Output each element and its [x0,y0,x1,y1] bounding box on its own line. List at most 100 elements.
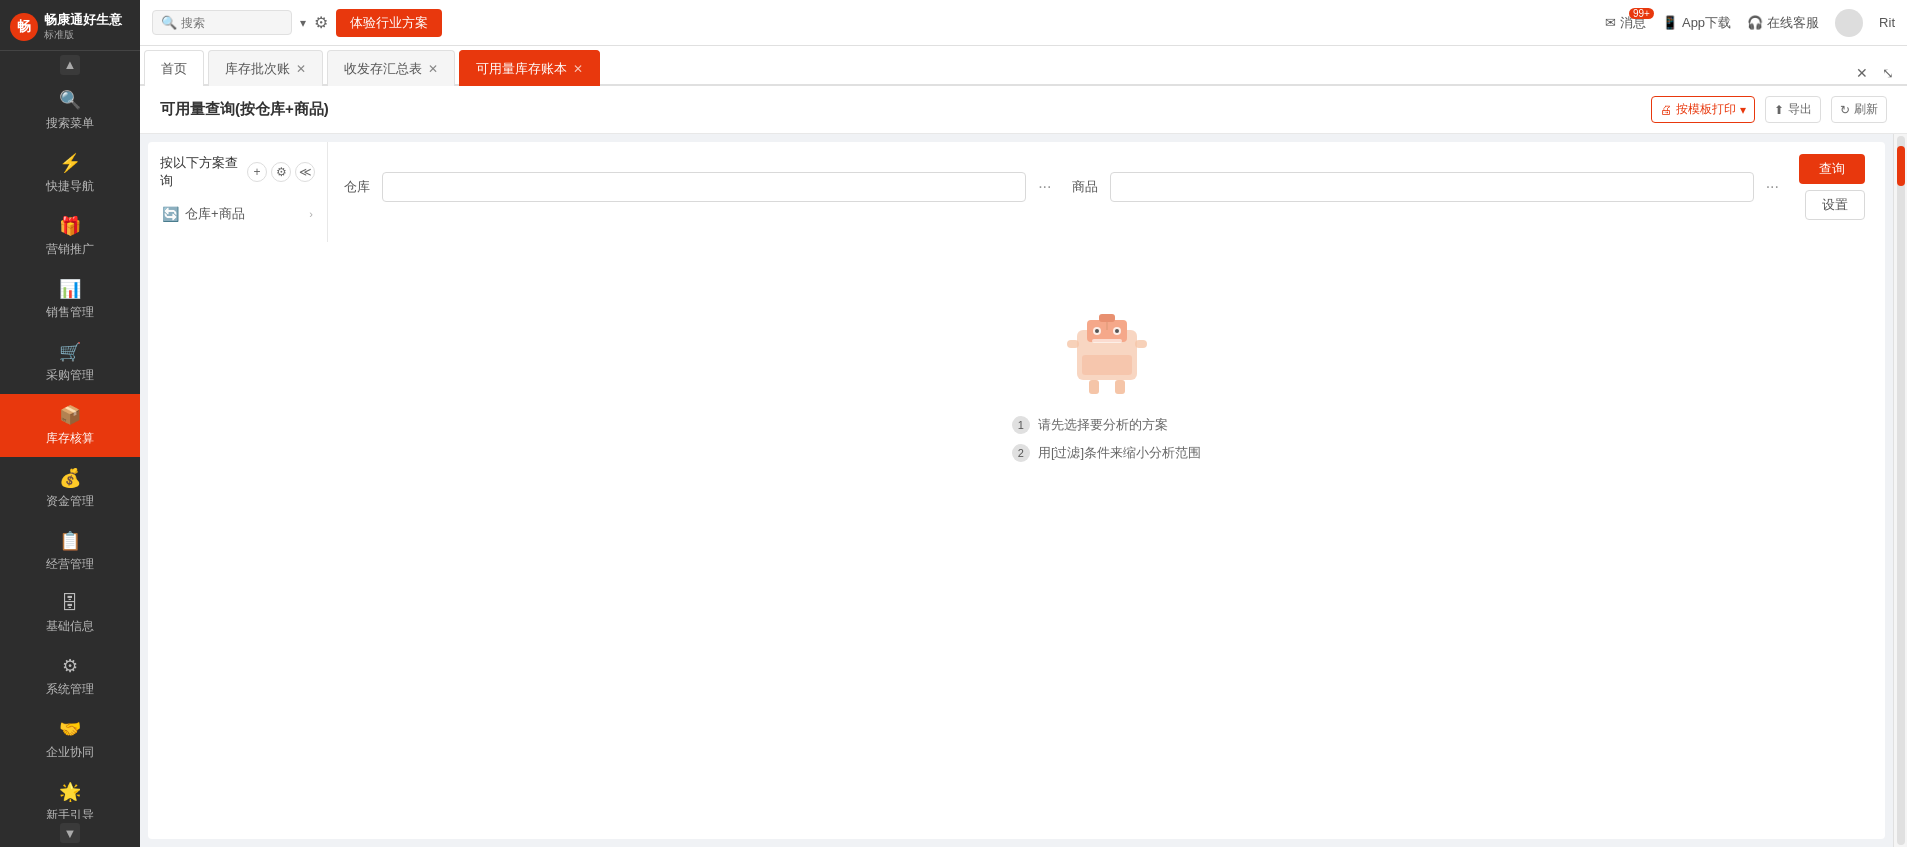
empty-tip-1: 1 请先选择要分析的方案 [1012,416,1201,434]
filter-area: 按以下方案查询 + ⚙ ≪ 🔄 仓库+商品 › [148,142,1885,839]
empty-tip-2: 2 用[过滤]条件来缩小分析范围 [1012,444,1201,462]
sidebar-label-enterprise: 企业协同 [46,744,94,761]
service-label: 在线客服 [1767,14,1819,32]
export-btn[interactable]: ⬆ 导出 [1765,96,1821,123]
tab-available-close[interactable]: ✕ [573,62,583,76]
svg-rect-9 [1099,314,1115,322]
scroll-down-btn[interactable]: ▼ [60,823,80,843]
print-icon: 🖨 [1660,103,1672,117]
filter-sidebar-header: 按以下方案查询 + ⚙ ≪ [148,154,327,198]
sidebar-brand: 畅 畅康通好生意 标准版 [10,12,130,42]
sidebar-item-inventory[interactable]: 📦 库存核算 [0,394,140,457]
empty-state: 1 请先选择要分析的方案 2 用[过滤]条件来缩小分析范围 [344,220,1869,542]
message-icon: ✉ [1605,15,1616,30]
sidebar-item-system[interactable]: ⚙ 系统管理 [0,645,140,708]
gear-icon[interactable]: ⚙ [314,13,328,32]
purchase-icon: 🛒 [59,341,81,363]
tab-batch-close[interactable]: ✕ [296,62,306,76]
sidebar: 畅 畅康通好生意 标准版 ▲ 🔍 搜索菜单 ⚡ 快捷导航 🎁 营销推广 [0,0,140,847]
trial-btn[interactable]: 体验行业方案 [336,9,442,37]
shortcut-icon: ⚡ [59,152,81,174]
app-icon: 📱 [1662,15,1678,30]
page-title-actions: 🖨 按模板打印 ▾ ⬆ 导出 ↻ 刷新 [1651,96,1887,123]
manage-scheme-btn[interactable]: ⚙ [271,162,291,182]
refresh-icon: ↻ [1840,103,1850,117]
right-scrollbar[interactable] [1893,134,1907,847]
page-title: 可用量查询(按仓库+商品) [160,100,329,119]
warehouse-more-btn[interactable]: ··· [1034,178,1055,196]
svg-rect-10 [1089,380,1099,394]
sidebar-header: 畅 畅康通好生意 标准版 [0,0,140,51]
username-label[interactable]: Rit [1879,15,1895,30]
empty-tips: 1 请先选择要分析的方案 2 用[过滤]条件来缩小分析范围 [1012,416,1201,462]
maximize-window-btn[interactable]: ⤡ [1877,62,1899,84]
message-btn[interactable]: ✉ 消息 99+ [1605,14,1646,32]
sidebar-label-newguide: 新手引导 [46,807,94,819]
sidebar-item-marketing[interactable]: 🎁 营销推广 [0,205,140,268]
scrollbar-thumb[interactable] [1897,146,1905,186]
tab-home[interactable]: 首页 [144,50,204,86]
svg-rect-13 [1135,340,1147,348]
topbar-search-box[interactable]: 🔍 [152,10,292,35]
brand-edition: 标准版 [44,28,122,42]
refresh-label: 刷新 [1854,101,1878,118]
tab-summary-label: 收发存汇总表 [344,60,422,78]
svg-rect-12 [1067,340,1079,348]
sidebar-item-purchase[interactable]: 🛒 采购管理 [0,331,140,394]
sidebar-item-basic[interactable]: 🗄 基础信息 [0,583,140,645]
scheme-item-warehouse-product[interactable]: 🔄 仓库+商品 › [148,198,327,230]
marketing-icon: 🎁 [59,215,81,237]
inventory-icon: 📦 [59,404,81,426]
sidebar-item-finance[interactable]: 💰 资金管理 [0,457,140,520]
scheme-item-label: 仓库+商品 [185,205,245,223]
tab-available-label: 可用量库存账本 [476,60,567,78]
newguide-icon: 🌟 [59,781,81,803]
sidebar-item-shortcut[interactable]: ⚡ 快捷导航 [0,142,140,205]
tab-summary[interactable]: 收发存汇总表 ✕ [327,50,455,86]
basic-icon: 🗄 [61,593,79,614]
dropdown-arrow[interactable]: ▾ [300,16,306,30]
refresh-btn[interactable]: ↻ 刷新 [1831,96,1887,123]
filter-sidebar: 按以下方案查询 + ⚙ ≪ 🔄 仓库+商品 › [148,142,328,242]
scrollbar-track [1897,136,1905,845]
search-icon: 🔍 [59,89,81,111]
sidebar-item-search[interactable]: 🔍 搜索菜单 [0,79,140,142]
sidebar-item-operation[interactable]: 📋 经营管理 [0,520,140,583]
sidebar-item-sales[interactable]: 📊 销售管理 [0,268,140,331]
message-badge: 99+ [1629,8,1654,19]
settings-btn[interactable]: 设置 [1805,190,1865,220]
sidebar-label-system: 系统管理 [46,681,94,698]
topbar-right: ✉ 消息 99+ 📱 App下载 🎧 在线客服 Rit [1605,9,1895,37]
main-content: 🔍 ▾ ⚙ 体验行业方案 ✉ 消息 99+ 📱 App下载 🎧 在线 [140,0,1907,847]
filter-row: 仓库 ··· 商品 ··· 查询 设置 [344,154,1869,220]
tab-summary-close[interactable]: ✕ [428,62,438,76]
page-content: 可用量查询(按仓库+商品) 🖨 按模板打印 ▾ ⬆ 导出 ↻ 刷新 [140,86,1907,847]
svg-rect-7 [1082,355,1132,375]
tab-batch[interactable]: 库存批次账 ✕ [208,50,323,86]
brand-name: 畅康通好生意 [44,12,122,28]
sidebar-label-search: 搜索菜单 [46,115,94,132]
sidebar-label-inventory: 库存核算 [46,430,94,447]
warehouse-input[interactable] [382,172,1026,202]
avatar [1835,9,1863,37]
print-btn[interactable]: 🖨 按模板打印 ▾ [1651,96,1755,123]
close-window-btn[interactable]: ✕ [1851,62,1873,84]
app-download-btn[interactable]: 📱 App下载 [1662,14,1731,32]
product-input[interactable] [1110,172,1754,202]
add-scheme-btn[interactable]: + [247,162,267,182]
scroll-up-btn[interactable]: ▲ [60,55,80,75]
scheme-icon: 🔄 [162,206,179,222]
tab-available[interactable]: 可用量库存账本 ✕ [459,50,600,86]
sidebar-item-newguide[interactable]: 🌟 新手引导 [0,771,140,819]
product-more-btn[interactable]: ··· [1762,178,1783,196]
sidebar-label-purchase: 采购管理 [46,367,94,384]
collapse-btn[interactable]: ≪ [295,162,315,182]
svg-rect-6 [1092,339,1122,343]
print-dropdown-icon[interactable]: ▾ [1740,103,1746,117]
topbar: 🔍 ▾ ⚙ 体验行业方案 ✉ 消息 99+ 📱 App下载 🎧 在线 [140,0,1907,46]
query-btn[interactable]: 查询 [1799,154,1865,184]
operation-icon: 📋 [59,530,81,552]
sidebar-item-enterprise[interactable]: 🤝 企业协同 [0,708,140,771]
search-input[interactable] [181,16,281,30]
online-service-btn[interactable]: 🎧 在线客服 [1747,14,1819,32]
